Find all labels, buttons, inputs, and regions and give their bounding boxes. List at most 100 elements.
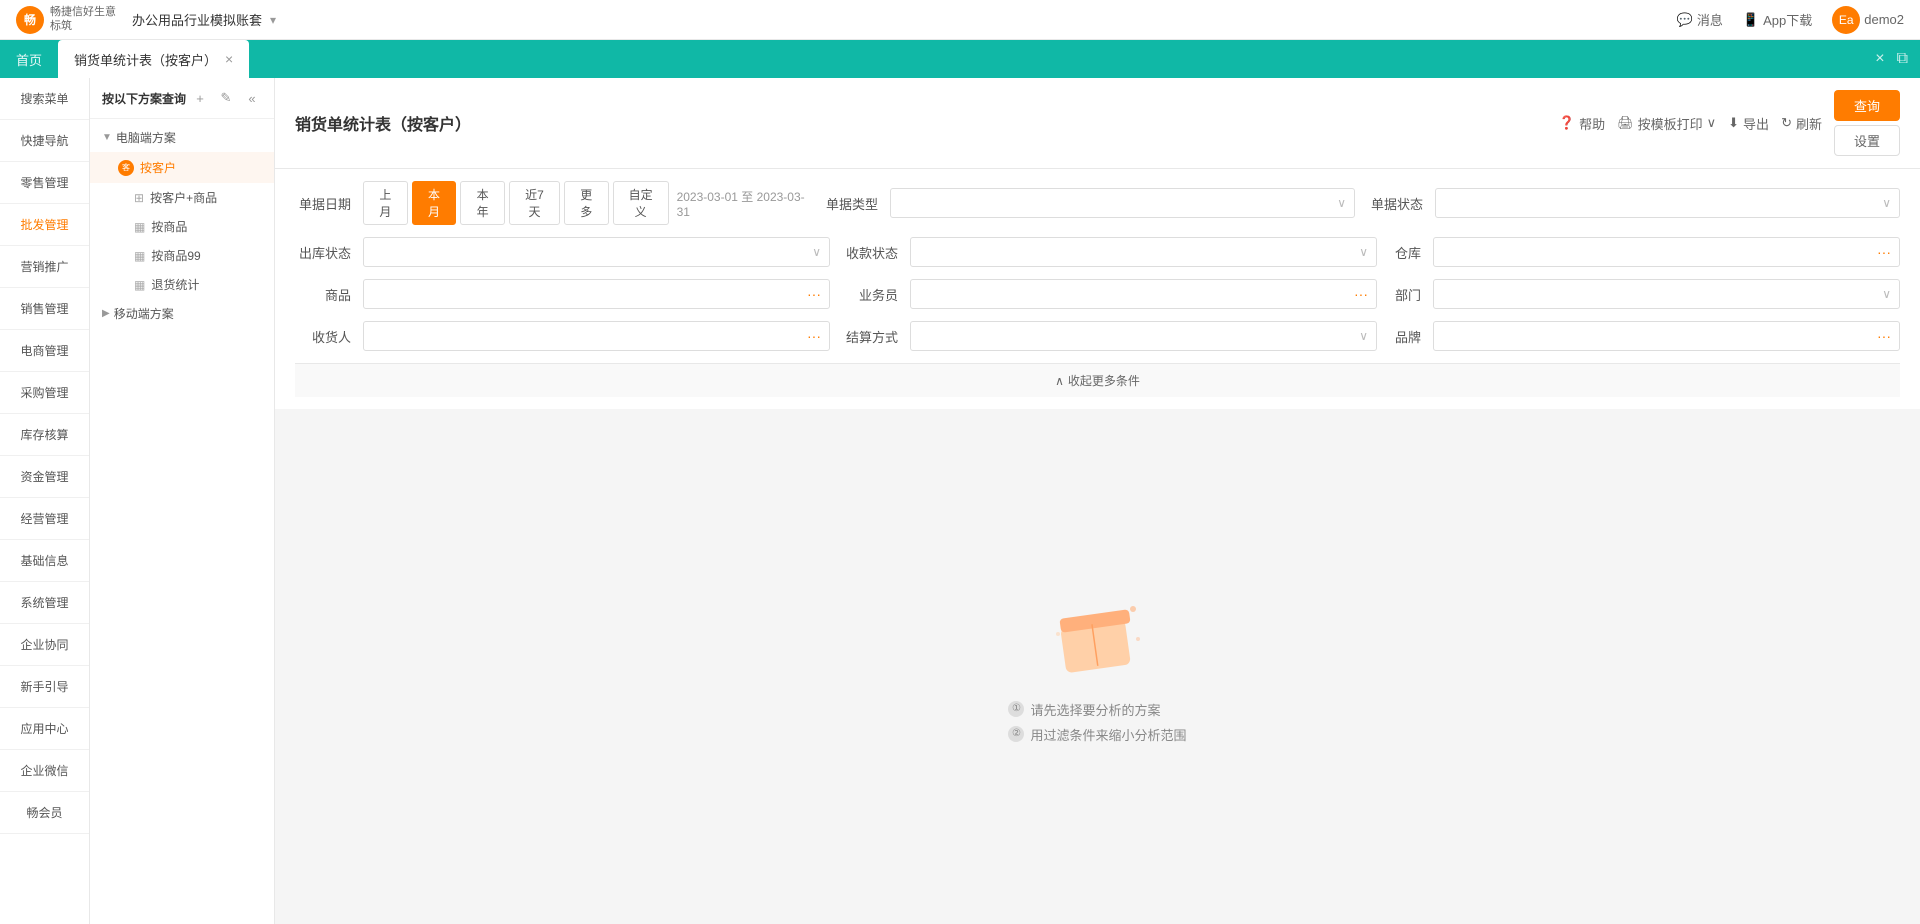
date-btn-this-month[interactable]: 本月	[412, 181, 457, 225]
receiver-select[interactable]: ···	[363, 321, 830, 351]
date-group: 上月 本月 本年 近7天 更多 自定义 2023-03-01 至 2023-03…	[363, 181, 810, 225]
export-btn[interactable]: ⬇ 导出	[1728, 114, 1769, 133]
sidebar-item-app-center[interactable]: 应用中心	[0, 708, 89, 750]
scheme-group-mobile[interactable]: ▶ 移动端方案	[90, 299, 274, 328]
settle-select[interactable]: ∨	[910, 321, 1377, 351]
sidebar-item-search[interactable]: 搜索菜单	[0, 78, 89, 120]
empty-illustration	[1038, 584, 1158, 684]
sidebar-item-newbie[interactable]: 新手引导	[0, 666, 89, 708]
user-avatar: Ea	[1832, 6, 1860, 34]
sidebar-item-purchase[interactable]: 采购管理	[0, 372, 89, 414]
scheme-item-icon-customer: 客	[118, 160, 134, 176]
settings-btn[interactable]: 设置	[1834, 125, 1900, 156]
app-download-icon: 📱	[1743, 12, 1759, 28]
date-btn-more[interactable]: 更多	[564, 181, 609, 225]
tab-fullscreen-btn[interactable]: ⧉	[1893, 46, 1912, 72]
status-select[interactable]: ∨	[1435, 188, 1900, 218]
logo-text: 畅捷信好生意 标筑	[50, 6, 116, 32]
scheme-group-desktop[interactable]: ▼ 电脑端方案	[90, 123, 274, 152]
sidebar-item-quick-nav[interactable]: 快捷导航	[0, 120, 89, 162]
help-btn[interactable]: ❓ 帮助	[1559, 114, 1605, 133]
warehouse-select[interactable]: ···	[1433, 237, 1900, 267]
tab-bar: 首页 销货单统计表（按客户） × × ⧉	[0, 40, 1920, 78]
sidebar-item-finance[interactable]: 资金管理	[0, 456, 89, 498]
filter-row-1: 单据日期 上月 本月 本年 近7天 更多 自定义 2023-03-01 至 20…	[295, 181, 1900, 225]
tab-close-btn[interactable]: ×	[225, 51, 233, 67]
sidebar-item-ecommerce[interactable]: 电商管理	[0, 330, 89, 372]
date-btn-this-year[interactable]: 本年	[460, 181, 505, 225]
logo-area: 畅 畅捷信好生意 标筑	[16, 6, 116, 34]
scheme-item-by-customer[interactable]: 客 按客户	[90, 152, 274, 183]
top-bar-dropdown[interactable]: ▾	[270, 13, 276, 27]
app-download-btn[interactable]: 📱 App下载	[1743, 10, 1812, 29]
sidebar-item-inventory[interactable]: 库存核算	[0, 414, 89, 456]
brand-dots[interactable]: ···	[1877, 328, 1891, 344]
empty-text: ① 请先选择要分析的方案 ② 用过滤条件来缩小分析范围	[1008, 700, 1186, 750]
template-print-btn[interactable]: 🖨 按模板打印 ∨	[1617, 114, 1716, 133]
scheme-item-return-stats[interactable]: ▦ 退货统计	[90, 270, 274, 299]
pay-status-arrow: ∨	[1359, 245, 1368, 259]
page-header: 销货单统计表（按客户） ❓ 帮助 🖨 按模板打印 ∨ ⬇	[275, 78, 1920, 169]
user-profile[interactable]: Ea demo2	[1832, 6, 1904, 34]
status-arrow: ∨	[1882, 196, 1891, 210]
scheme-sub-icon-grid: ⊞	[134, 191, 144, 205]
out-status-arrow: ∨	[812, 245, 821, 259]
scheme-collapse-btn[interactable]: «	[242, 88, 262, 108]
scheme-sub-icon-table2: ▦	[134, 249, 145, 263]
page-header-actions: ❓ 帮助 🖨 按模板打印 ∨ ⬇ 导出 ↻	[1559, 90, 1900, 156]
goods-dots[interactable]: ···	[807, 286, 821, 302]
main-content: 销货单统计表（按客户） ❓ 帮助 🖨 按模板打印 ∨ ⬇	[275, 78, 1920, 924]
page-title: 销货单统计表（按客户）	[295, 111, 471, 135]
scheme-item-by-goods-99[interactable]: ▦ 按商品99	[90, 241, 274, 270]
receiver-dots[interactable]: ···	[807, 328, 821, 344]
empty-hint-num-2: ②	[1008, 726, 1024, 742]
brand-select[interactable]: ···	[1433, 321, 1900, 351]
date-btn-last-7[interactable]: 近7天	[509, 181, 560, 225]
sidebar-item-member[interactable]: 畅会员	[0, 792, 89, 834]
sidebar-item-basic[interactable]: 基础信息	[0, 540, 89, 582]
pay-status-select[interactable]: ∨	[910, 237, 1377, 267]
salesman-select[interactable]: ···	[910, 279, 1377, 309]
filter-row-2: 出库状态 ∨ 收款状态 ∨ 仓库 ···	[295, 237, 1900, 267]
type-select[interactable]: ∨	[890, 188, 1355, 218]
goods-label: 商品	[295, 285, 351, 304]
out-status-select[interactable]: ∨	[363, 237, 830, 267]
scheme-item-by-customer-goods[interactable]: ⊞ 按客户+商品	[90, 183, 274, 212]
sidebar-item-wholesale[interactable]: 批发管理	[0, 204, 89, 246]
main-layout: 搜索菜单 快捷导航 零售管理 批发管理 营销推广 销售管理 电商管理 采购管理 …	[0, 78, 1920, 924]
query-btn[interactable]: 查询	[1834, 90, 1900, 121]
date-btn-last-month[interactable]: 上月	[363, 181, 408, 225]
message-btn[interactable]: 💬 消息	[1677, 10, 1723, 29]
scheme-item-by-goods[interactable]: ▦ 按商品	[90, 212, 274, 241]
sidebar-item-marketing[interactable]: 营销推广	[0, 246, 89, 288]
sidebar-item-sales[interactable]: 销售管理	[0, 288, 89, 330]
salesman-dots[interactable]: ···	[1354, 286, 1368, 302]
dept-select[interactable]: ∨	[1433, 279, 1900, 309]
sidebar-item-enterprise[interactable]: 企业协同	[0, 624, 89, 666]
refresh-btn[interactable]: ↻ 刷新	[1781, 114, 1822, 133]
top-bar: 畅 畅捷信好生意 标筑 办公用品行业模拟账套 ▾ 💬 消息 📱 App下载 Ea…	[0, 0, 1920, 40]
warehouse-label: 仓库	[1389, 243, 1421, 262]
tab-home[interactable]: 首页	[0, 40, 58, 78]
sidebar-item-retail[interactable]: 零售管理	[0, 162, 89, 204]
tab-sales-stats[interactable]: 销货单统计表（按客户） ×	[58, 40, 249, 78]
top-bar-title: 办公用品行业模拟账套	[132, 10, 262, 29]
print-icon: 🖨	[1617, 115, 1634, 131]
pay-status-label: 收款状态	[842, 243, 898, 262]
collapse-more-btn[interactable]: ∧ 收起更多条件	[295, 363, 1900, 397]
tab-restore-btn[interactable]: ×	[1871, 46, 1888, 72]
warehouse-dots[interactable]: ···	[1877, 244, 1891, 260]
sidebar: 搜索菜单 快捷导航 零售管理 批发管理 营销推广 销售管理 电商管理 采购管理 …	[0, 78, 90, 924]
page-title-row: 销货单统计表（按客户） ❓ 帮助 🖨 按模板打印 ∨ ⬇	[295, 90, 1900, 156]
type-arrow: ∨	[1337, 196, 1346, 210]
scheme-panel: 按以下方案查询 + ✎ « ▼ 电脑端方案 客 按客户	[90, 78, 275, 924]
date-btn-custom[interactable]: 自定义	[613, 181, 669, 225]
goods-select[interactable]: ···	[363, 279, 830, 309]
sidebar-item-wechat[interactable]: 企业微信	[0, 750, 89, 792]
scheme-edit-btn[interactable]: ✎	[216, 88, 236, 108]
sidebar-item-operation[interactable]: 经营管理	[0, 498, 89, 540]
sidebar-item-system[interactable]: 系统管理	[0, 582, 89, 624]
scheme-add-btn[interactable]: +	[190, 88, 210, 108]
scheme-panel-header: 按以下方案查询 + ✎ «	[90, 78, 274, 119]
brand-label: 品牌	[1389, 327, 1421, 346]
